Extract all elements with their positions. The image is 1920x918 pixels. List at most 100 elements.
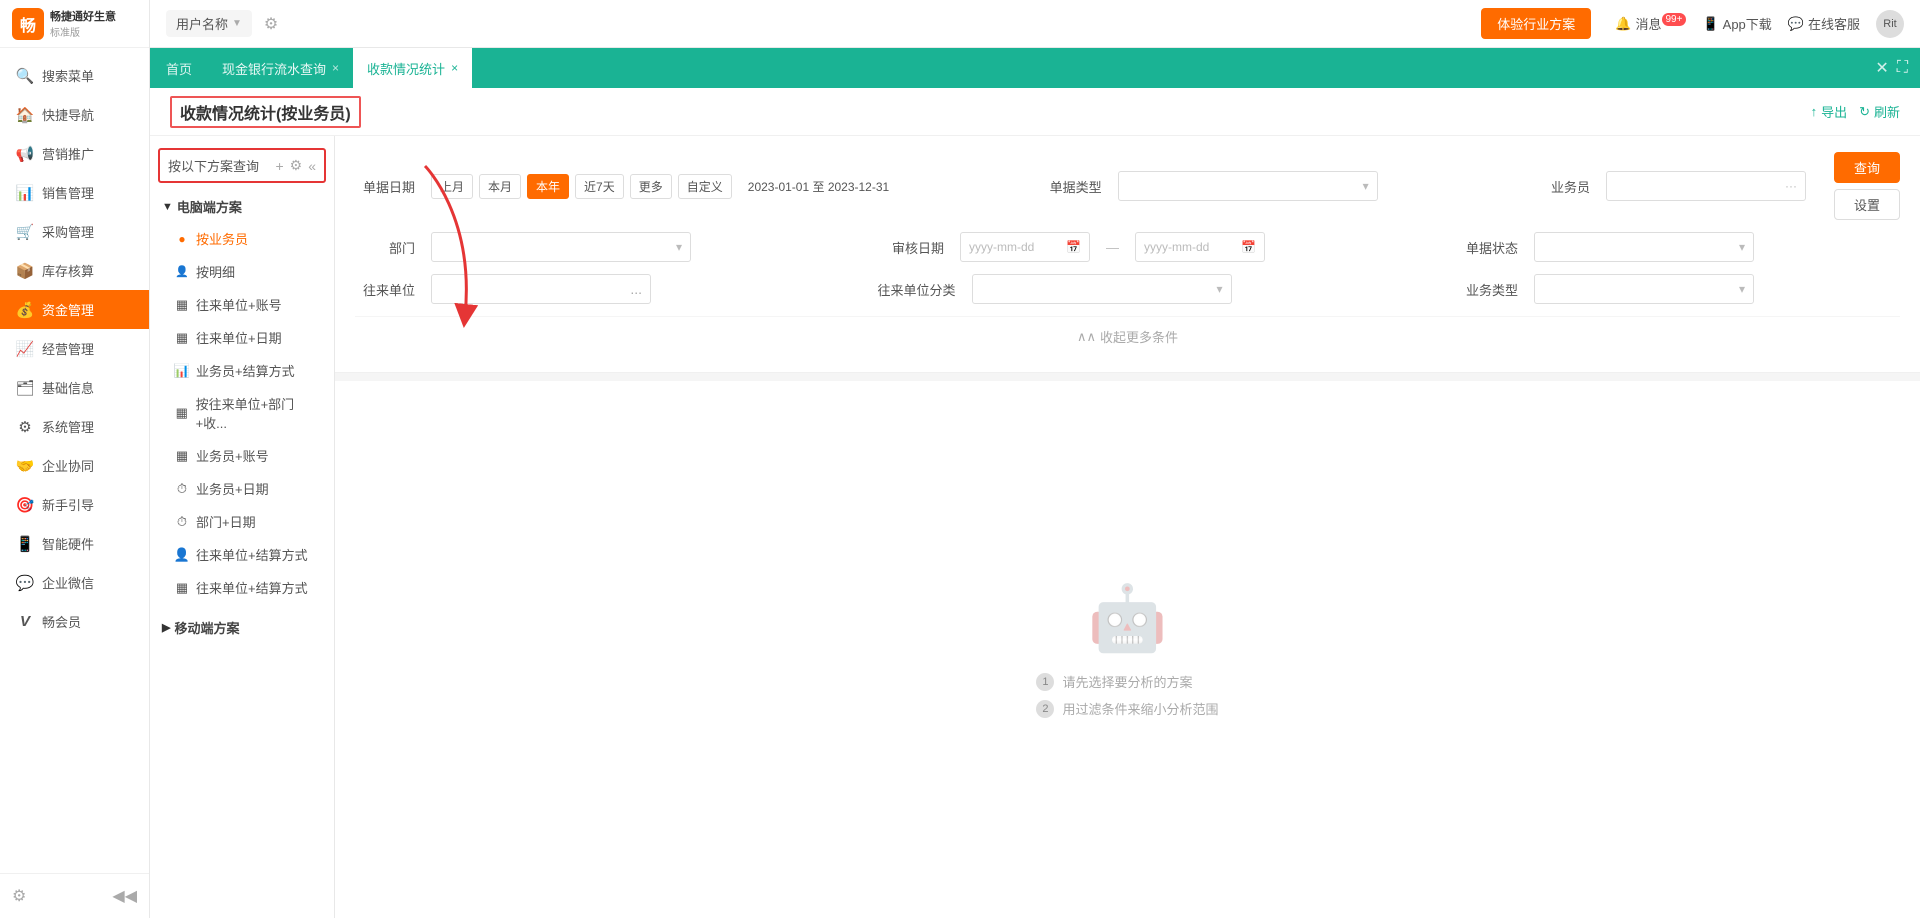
scheme-detail[interactable]: 👤 按明细 (158, 255, 334, 288)
status-arrow: ▾ (1739, 240, 1745, 254)
partner-input[interactable]: ... (431, 274, 651, 304)
page-title: 收款情况统计(按业务员) (170, 96, 361, 128)
sidebar-item-basic[interactable]: 🗂 基础信息 (0, 368, 149, 407)
scheme-settings-icon[interactable]: ⚙ (290, 157, 303, 174)
sidebar-item-sales[interactable]: 📊 销售管理 (0, 173, 149, 212)
sidebar-item-finance[interactable]: 💰 资金管理 (0, 290, 149, 329)
sidebar-item-wechat[interactable]: 💬 企业微信 (0, 563, 149, 602)
logo-icon: 畅 (12, 8, 44, 40)
refresh-button[interactable]: ↻ 刷新 (1859, 102, 1900, 121)
top-header: 用户名称 ▼ ⚙ 体验行业方案 🔔 消息 99+ 📱 App下载 💬 在线客服 (150, 0, 1920, 48)
business-type-select[interactable]: ▾ (1534, 274, 1754, 304)
sidebar-bottom: ⚙ ◀◀ (0, 873, 149, 918)
inventory-icon: 📦 (16, 262, 34, 280)
panel-header: 按以下方案查询 + ⚙ « (158, 148, 326, 183)
settings-bottom-icon[interactable]: ⚙ (12, 886, 26, 906)
export-button[interactable]: ↑ 导出 (1811, 102, 1848, 121)
partner-label: 往来单位 (355, 280, 415, 299)
notification-button[interactable]: 🔔 消息 99+ (1615, 14, 1686, 33)
review-date-start[interactable]: yyyy-mm-dd 📅 (960, 232, 1090, 262)
scheme-salesperson-account[interactable]: ▦ 业务员+账号 (158, 439, 334, 472)
sidebar-item-system[interactable]: ⚙ 系统管理 (0, 407, 149, 446)
date-btn-last-month[interactable]: 上月 (431, 174, 473, 199)
voucher-type-label: 单据类型 (1042, 177, 1102, 196)
tab-receipts-close[interactable]: × (451, 61, 458, 75)
sidebar-item-operations[interactable]: 📈 经营管理 (0, 329, 149, 368)
avatar[interactable]: Rit (1876, 10, 1904, 38)
scheme-dept-date[interactable]: ⏱ 部门+日期 (158, 505, 334, 538)
scheme-by-salesperson[interactable]: ● 按业务员 (158, 222, 334, 255)
service-icon: 💬 (1788, 16, 1804, 32)
sidebar-item-purchase[interactable]: 🛒 采购管理 (0, 212, 149, 251)
app-download-button[interactable]: 📱 App下载 (1702, 14, 1771, 33)
sidebar-item-marketing[interactable]: 📢 营销推广 (0, 134, 149, 173)
tree-group-expand-icon[interactable]: ▼ (162, 201, 173, 213)
marketing-icon: 📢 (16, 145, 34, 163)
settings-button[interactable]: 设置 (1834, 189, 1900, 220)
date-options: 上月 本月 本年 近7天 更多 自定义 (431, 174, 732, 199)
date-btn-7days[interactable]: 近7天 (575, 174, 624, 199)
business-type-label: 业务类型 (1458, 280, 1518, 299)
chevron-down-icon: ▼ (232, 18, 242, 29)
scheme-partner-date[interactable]: ▦ 往来单位+日期 (158, 321, 334, 354)
sidebar-item-enterprise[interactable]: 🤝 企业协同 (0, 446, 149, 485)
salesperson-select[interactable]: ··· (1606, 171, 1806, 201)
date-btn-more[interactable]: 更多 (630, 174, 672, 199)
voucher-type-select[interactable]: ▾ (1118, 171, 1378, 201)
empty-state: 🤖 1 请先选择要分析的方案 2 用过滤条件来缩小分析范围 (335, 381, 1920, 918)
sidebar-nav: 🔍 搜索菜单 🏠 快捷导航 📢 营销推广 📊 销售管理 🛒 采购管理 📦 库存核… (0, 48, 149, 873)
department-label: 部门 (355, 238, 415, 257)
trial-button[interactable]: 体验行业方案 (1481, 8, 1591, 39)
collapse-panel-icon[interactable]: « (308, 158, 316, 174)
date-btn-this-year[interactable]: 本年 (527, 174, 569, 199)
user-display[interactable]: 用户名称 ▼ (166, 10, 252, 37)
partner-more-btn[interactable]: ... (630, 281, 642, 297)
settings-icon[interactable]: ⚙ (264, 14, 278, 34)
query-button[interactable]: 查询 (1834, 152, 1900, 183)
scheme-partner-dept[interactable]: ▦ 按往来单位+部门+收... (158, 387, 334, 439)
online-service-button[interactable]: 💬 在线客服 (1788, 14, 1860, 33)
partner-category-select[interactable]: ▾ (972, 274, 1232, 304)
tree-group-desktop: ▼ 电脑端方案 (150, 191, 334, 222)
maximize-window-icon[interactable]: ⛶ (1897, 59, 1908, 77)
scheme-salesperson-settlement[interactable]: 📊 业务员+结算方式 (158, 354, 334, 387)
collapse-sidebar-icon[interactable]: ◀◀ (112, 886, 137, 906)
collapse-icon: ∧∧ (1077, 329, 1096, 345)
add-scheme-icon[interactable]: + (275, 158, 283, 174)
biz-type-arrow: ▾ (1739, 282, 1745, 296)
scheme-partner-settlement-1[interactable]: 👤 往来单位+结算方式 (158, 538, 334, 571)
scheme-partner-settlement-2[interactable]: ▦ 往来单位+结算方式 (158, 571, 334, 604)
refresh-icon: ↻ (1859, 104, 1870, 120)
tree-group-mobile-expand-icon[interactable]: ▶ (162, 621, 170, 634)
empty-hint-2: 2 用过滤条件来缩小分析范围 (1036, 699, 1218, 718)
sidebar-item-guide[interactable]: 🎯 新手引导 (0, 485, 149, 524)
review-date-label: 审核日期 (884, 238, 944, 257)
sidebar-item-hardware[interactable]: 📱 智能硬件 (0, 524, 149, 563)
voucher-status-select[interactable]: ▾ (1534, 232, 1754, 262)
sidebar-item-member[interactable]: V 畅会员 (0, 602, 149, 641)
window-controls: ✕ ⛶ (1875, 58, 1920, 78)
empty-hints: 1 请先选择要分析的方案 2 用过滤条件来缩小分析范围 (1036, 672, 1218, 718)
content-area: 按以下方案查询 + ⚙ « ▼ 电脑端方案 ● 按业务员 👤 按 (150, 136, 1920, 918)
filter-row-3: 往来单位 ... 往来单位分类 ▾ 业务类型 ▾ (355, 274, 1900, 304)
tab-bank-close[interactable]: × (332, 61, 339, 75)
panel-icons: + ⚙ « (275, 157, 316, 174)
robot-illustration: 🤖 (1088, 581, 1168, 656)
scheme-partner-account[interactable]: ▦ 往来单位+账号 (158, 288, 334, 321)
department-select[interactable]: ▾ (431, 232, 691, 262)
tab-home[interactable]: 首页 (150, 48, 208, 88)
tab-bank[interactable]: 现金银行流水查询 × (208, 48, 353, 88)
sidebar-item-search[interactable]: 🔍 搜索菜单 (0, 56, 149, 95)
table-icon-5: ▦ (174, 580, 190, 596)
date-btn-this-month[interactable]: 本月 (479, 174, 521, 199)
panel-title: 按以下方案查询 (168, 156, 259, 175)
review-date-end[interactable]: yyyy-mm-dd 📅 (1135, 232, 1265, 262)
tab-receipts[interactable]: 收款情况统计 × (353, 48, 472, 88)
close-window-icon[interactable]: ✕ (1875, 58, 1888, 78)
scheme-salesperson-date[interactable]: ⏱ 业务员+日期 (158, 472, 334, 505)
collapse-bar[interactable]: ∧∧ 收起更多条件 (355, 316, 1900, 356)
sidebar-item-inventory[interactable]: 📦 库存核算 (0, 251, 149, 290)
sidebar-item-nav[interactable]: 🏠 快捷导航 (0, 95, 149, 134)
purchase-icon: 🛒 (16, 223, 34, 241)
date-btn-custom[interactable]: 自定义 (678, 174, 732, 199)
